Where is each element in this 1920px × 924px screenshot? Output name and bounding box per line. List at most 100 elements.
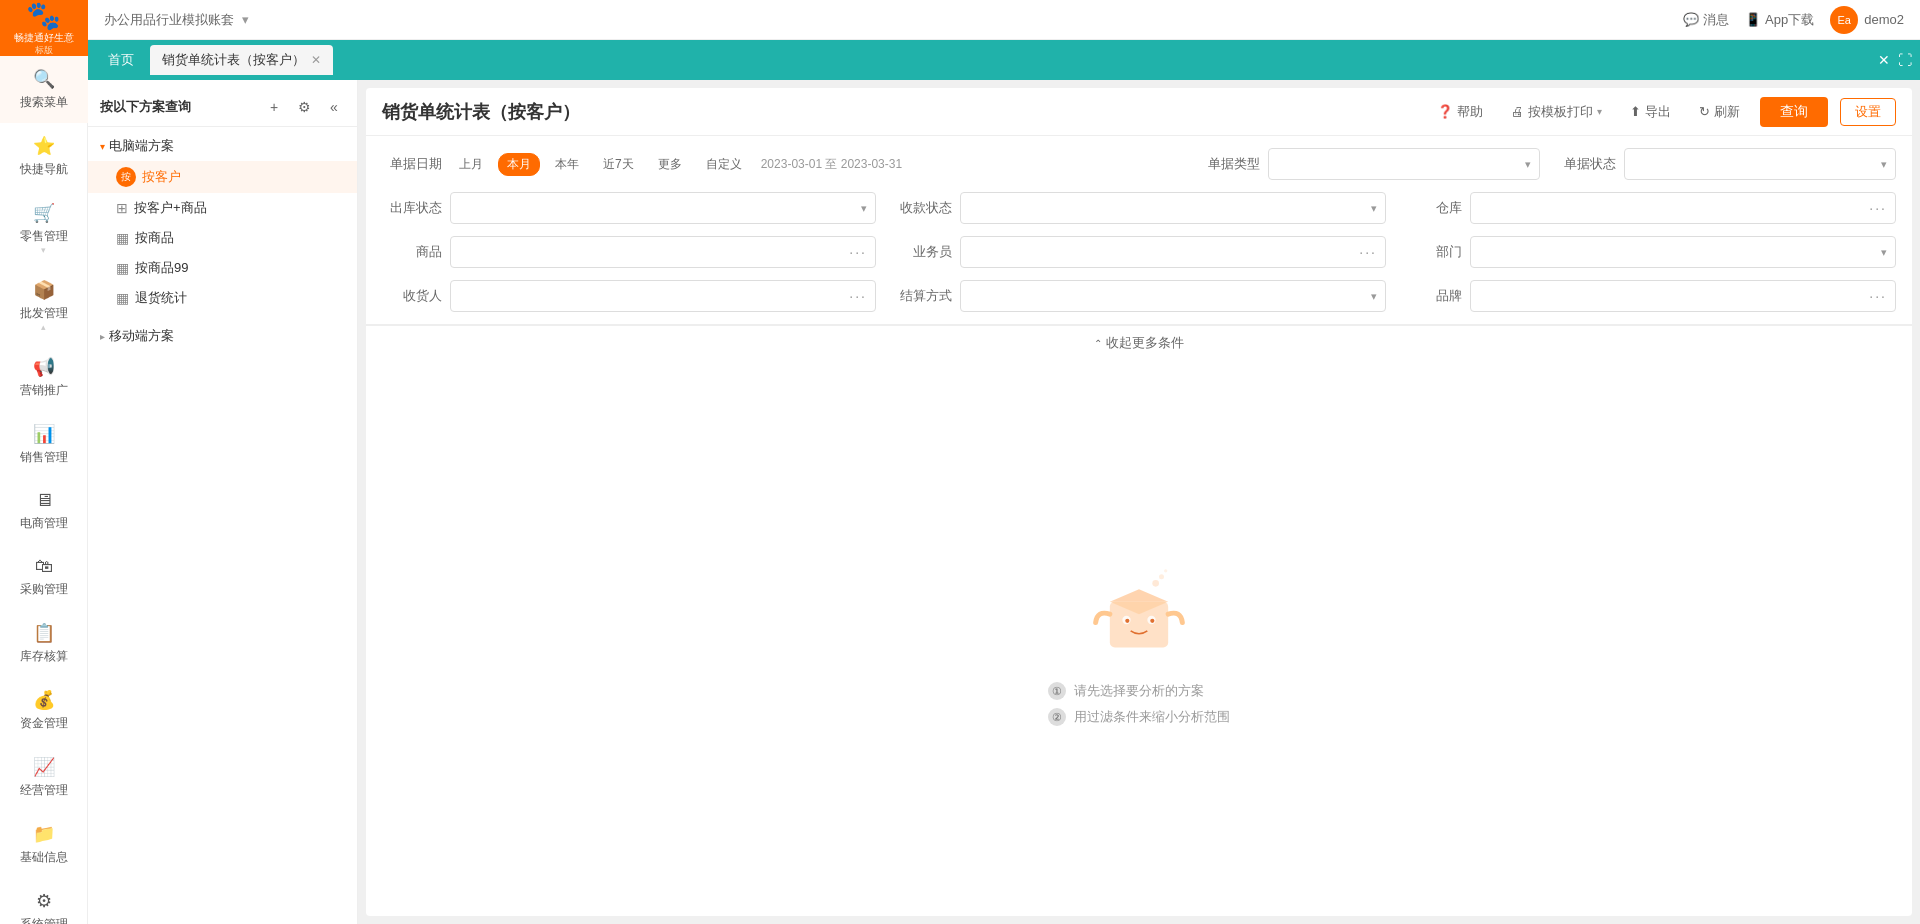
date-more[interactable]: 更多 <box>649 153 691 176</box>
breadcrumb[interactable]: 办公用品行业模拟账套 ▾ <box>104 11 249 29</box>
header-right: 💬 消息 📱 App下载 Ea demo2 <box>1683 6 1904 34</box>
mobile-scheme-section: ▸ 移动端方案 <box>88 317 357 355</box>
scheme-settings-button[interactable]: ⚙ <box>293 96 315 118</box>
system-icon: ⚙ <box>36 890 52 912</box>
avatar: Ea <box>1830 6 1858 34</box>
sales-icon: 📊 <box>33 423 55 445</box>
breadcrumb-arrow-icon: ▾ <box>242 12 249 27</box>
sidebar-item-sales[interactable]: 📊 销售管理 <box>0 411 88 478</box>
chevron-down-icon: ▾ <box>41 245 46 255</box>
date-this-year[interactable]: 本年 <box>546 153 588 176</box>
left-panel: 按以下方案查询 + ⚙ « ▾ 电脑端方案 按 <box>88 80 358 924</box>
help-button[interactable]: ❓ 帮助 <box>1429 99 1491 125</box>
department-select[interactable]: ▾ <box>1470 236 1896 268</box>
empty-hints: ① 请先选择要分析的方案 ② 用过滤条件来缩小分析范围 <box>1048 682 1230 726</box>
sidebar-item-label: 基础信息 <box>20 849 68 866</box>
user-profile-button[interactable]: Ea demo2 <box>1830 6 1904 34</box>
svg-point-3 <box>1125 619 1129 623</box>
refresh-label: 刷新 <box>1714 103 1740 121</box>
sidebar-item-label: 系统管理 <box>20 916 68 924</box>
sidebar-item-wholesale[interactable]: 📦 批发管理 ▴ <box>0 267 88 344</box>
salesman-dots[interactable]: ··· <box>1359 244 1377 260</box>
empty-hint-2: ② 用过滤条件来缩小分析范围 <box>1048 708 1230 726</box>
date-last-month[interactable]: 上月 <box>450 153 492 176</box>
main-area: 办公用品行业模拟账套 ▾ 💬 消息 📱 App下载 Ea demo2 首页 <box>88 0 1920 924</box>
sidebar-item-ecommerce[interactable]: 🖥 电商管理 <box>0 478 88 544</box>
tab-close-icon[interactable]: ✕ <box>311 53 321 67</box>
top-header: 办公用品行业模拟账套 ▾ 💬 消息 📱 App下载 Ea demo2 <box>88 0 1920 40</box>
scheme-by-customer[interactable]: 按 按客户 <box>88 161 357 193</box>
sidebar-item-system[interactable]: ⚙ 系统管理 <box>0 878 88 924</box>
collapse-bar[interactable]: ⌃ 收起更多条件 <box>366 325 1912 360</box>
doc-status-label: 单据状态 <box>1556 155 1616 173</box>
scheme-by-customer-goods[interactable]: ⊞ 按客户+商品 <box>88 193 357 223</box>
sidebar-item-finance[interactable]: 💰 资金管理 <box>0 677 88 744</box>
tab-maximize-icon[interactable]: ⛶ <box>1898 52 1912 68</box>
mobile-section-arrow-icon: ▸ <box>100 331 105 342</box>
tab-bar: 首页 销货单统计表（按客户） ✕ ✕ ⛶ <box>88 40 1920 80</box>
export-button[interactable]: ⬆ 导出 <box>1622 99 1679 125</box>
warehouse-dots[interactable]: ··· <box>1869 200 1887 216</box>
scheme-by-goods-99[interactable]: ▦ 按商品99 <box>88 253 357 283</box>
department-label: 部门 <box>1402 243 1462 261</box>
settlement-label: 结算方式 <box>892 287 952 305</box>
scheme-by-goods[interactable]: ▦ 按商品 <box>88 223 357 253</box>
settlement-select[interactable]: ▾ <box>960 280 1386 312</box>
add-scheme-button[interactable]: + <box>263 96 285 118</box>
sidebar-item-business[interactable]: 📈 经营管理 <box>0 744 88 811</box>
doc-type-select[interactable]: ▾ <box>1268 148 1540 180</box>
finance-icon: 💰 <box>33 689 55 711</box>
sidebar-item-quick-nav[interactable]: ⭐ 快捷导航 <box>0 123 88 190</box>
date-range-text: 2023-03-01 至 2023-03-31 <box>761 156 902 173</box>
query-button[interactable]: 查询 <box>1760 97 1828 127</box>
sidebar-item-label: 销售管理 <box>20 449 68 466</box>
sidebar-item-basic[interactable]: 📁 基础信息 <box>0 811 88 878</box>
tab-home[interactable]: 首页 <box>96 45 146 75</box>
brand-dots[interactable]: ··· <box>1869 288 1887 304</box>
refresh-button[interactable]: ↻ 刷新 <box>1691 99 1748 125</box>
scheme-return-stat[interactable]: ▦ 退货统计 <box>88 283 357 313</box>
app-download-button[interactable]: 📱 App下载 <box>1745 11 1814 29</box>
sidebar-item-label: 快捷导航 <box>20 161 68 178</box>
box-icon: 📦 <box>33 279 55 301</box>
receipt-status-arrow-icon: ▾ <box>1371 202 1377 215</box>
consignee-dots[interactable]: ··· <box>849 288 867 304</box>
add-icon: + <box>270 99 278 115</box>
sidebar-item-retail[interactable]: 🛒 零售管理 ▾ <box>0 190 88 267</box>
basic-icon: 📁 <box>33 823 55 845</box>
date-7days[interactable]: 近7天 <box>594 153 643 176</box>
mobile-section-header[interactable]: ▸ 移动端方案 <box>88 321 357 351</box>
hint-2-number: ② <box>1048 708 1066 726</box>
goods-select[interactable]: ··· <box>450 236 876 268</box>
sidebar-logo[interactable]: 🐾 畅捷通好生意 标版 <box>0 0 88 56</box>
collapse-panel-button[interactable]: « <box>323 96 345 118</box>
sidebar-item-purchase[interactable]: 🛍 采购管理 <box>0 544 88 610</box>
logo-icon: 🐾 <box>26 0 61 32</box>
page-actions: ❓ 帮助 🖨 按模板打印 ▾ ⬆ 导出 ↻ 刷新 <box>1429 97 1896 127</box>
out-status-select[interactable]: ▾ <box>450 192 876 224</box>
tab-sales-stat[interactable]: 销货单统计表（按客户） ✕ <box>150 45 333 75</box>
warehouse-select[interactable]: ··· <box>1470 192 1896 224</box>
sidebar-item-inventory[interactable]: 📋 库存核算 <box>0 610 88 677</box>
date-custom[interactable]: 自定义 <box>697 153 751 176</box>
brand-select[interactable]: ··· <box>1470 280 1896 312</box>
doc-status-select[interactable]: ▾ <box>1624 148 1896 180</box>
filter-section: 单据日期 上月 本月 本年 近7天 更多 自定义 2023-03-01 至 20… <box>366 136 1912 325</box>
template-print-button[interactable]: 🖨 按模板打印 ▾ <box>1503 99 1610 125</box>
consignee-label: 收货人 <box>382 287 442 305</box>
settings-button[interactable]: 设置 <box>1840 98 1896 126</box>
doc-type-label: 单据类型 <box>1200 155 1260 173</box>
tab-minimize-icon[interactable]: ✕ <box>1878 52 1890 68</box>
collapse-icon: « <box>330 99 338 115</box>
message-button[interactable]: 💬 消息 <box>1683 11 1729 29</box>
goods-dots[interactable]: ··· <box>849 244 867 260</box>
consignee-select[interactable]: ··· <box>450 280 876 312</box>
sidebar-item-marketing[interactable]: 📢 营销推广 <box>0 344 88 411</box>
sidebar: 🐾 畅捷通好生意 标版 🔍 搜索菜单 ⭐ 快捷导航 🛒 零售管理 ▾ 📦 批发管… <box>0 0 88 924</box>
receipt-status-select[interactable]: ▾ <box>960 192 1386 224</box>
date-this-month[interactable]: 本月 <box>498 153 540 176</box>
sidebar-item-search[interactable]: 🔍 搜索菜单 <box>0 56 88 123</box>
pc-section-header[interactable]: ▾ 电脑端方案 <box>88 131 357 161</box>
salesman-select[interactable]: ··· <box>960 236 1386 268</box>
filter-row-2: 出库状态 ▾ 收款状态 ▾ 仓库 <box>382 192 1896 224</box>
